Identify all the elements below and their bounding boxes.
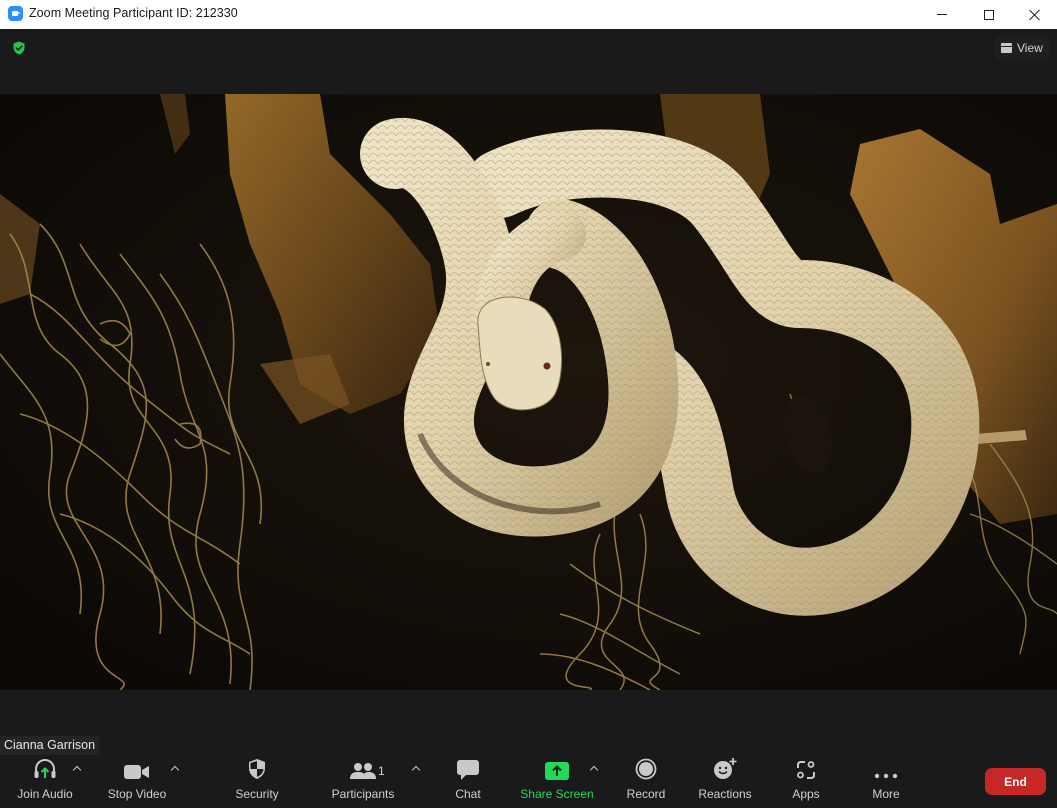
apps-button[interactable]: Apps: [786, 756, 826, 808]
headphones-icon: [33, 756, 57, 782]
end-meeting-button[interactable]: End: [985, 768, 1046, 795]
maximize-button[interactable]: [966, 0, 1012, 29]
record-icon: [635, 756, 657, 782]
more-label: More: [872, 787, 900, 801]
audio-options-caret[interactable]: [72, 764, 82, 774]
view-grid-icon: [1001, 43, 1012, 53]
participants-options-caret[interactable]: [411, 764, 421, 774]
security-shield-icon: [247, 756, 267, 782]
video-frame: [0, 94, 1057, 690]
video-options-caret[interactable]: [170, 764, 180, 774]
video-camera-icon: [124, 756, 150, 782]
participant-video: [0, 94, 1057, 690]
zoom-app-icon: [8, 6, 23, 21]
share-screen-icon: [545, 756, 569, 782]
share-screen-button[interactable]: Share Screen: [518, 756, 596, 808]
chat-button[interactable]: Chat: [448, 756, 488, 808]
participants-count: 1: [378, 764, 385, 778]
more-dots-icon: [874, 756, 898, 782]
participant-name-tag: Cianna Garrison: [0, 736, 100, 755]
window-title: Zoom Meeting Participant ID: 212330: [29, 6, 238, 20]
reactions-emoji-icon: [713, 756, 737, 782]
security-button[interactable]: Security: [229, 756, 285, 808]
participants-label: Participants: [331, 787, 395, 801]
share-options-caret[interactable]: [589, 764, 599, 774]
participants-button[interactable]: Participants: [329, 756, 397, 808]
stop-video-label: Stop Video: [107, 787, 167, 801]
title-bar: Zoom Meeting Participant ID: 212330: [0, 0, 1057, 29]
reactions-button[interactable]: Reactions: [696, 756, 754, 808]
chat-label: Chat: [455, 787, 481, 801]
zoom-meeting-window: Zoom Meeting Participant ID: 212330 View: [0, 0, 1057, 808]
snake-eye: [543, 362, 551, 370]
record-label: Record: [626, 787, 666, 801]
minimize-button[interactable]: [919, 0, 965, 29]
share-screen-label: Share Screen: [520, 787, 594, 801]
chat-bubble-icon: [457, 756, 479, 782]
stop-video-button[interactable]: Stop Video: [105, 756, 169, 808]
participants-icon: [350, 756, 376, 782]
meeting-toolbar: Join Audio Stop Video Security Participa…: [0, 756, 1057, 808]
join-audio-button[interactable]: Join Audio: [12, 756, 78, 808]
close-button[interactable]: [1012, 0, 1057, 29]
more-button[interactable]: More: [866, 756, 906, 808]
reactions-label: Reactions: [698, 787, 752, 801]
encryption-shield-icon[interactable]: [12, 41, 26, 55]
minimize-icon: [937, 14, 947, 15]
close-icon: [1029, 9, 1041, 21]
security-label: Security: [235, 787, 279, 801]
view-button[interactable]: View: [995, 37, 1049, 59]
apps-label: Apps: [792, 787, 820, 801]
apps-icon: [796, 756, 816, 782]
maximize-icon: [984, 9, 994, 20]
record-button[interactable]: Record: [622, 756, 670, 808]
join-audio-label: Join Audio: [17, 787, 73, 801]
view-label: View: [1017, 41, 1043, 55]
